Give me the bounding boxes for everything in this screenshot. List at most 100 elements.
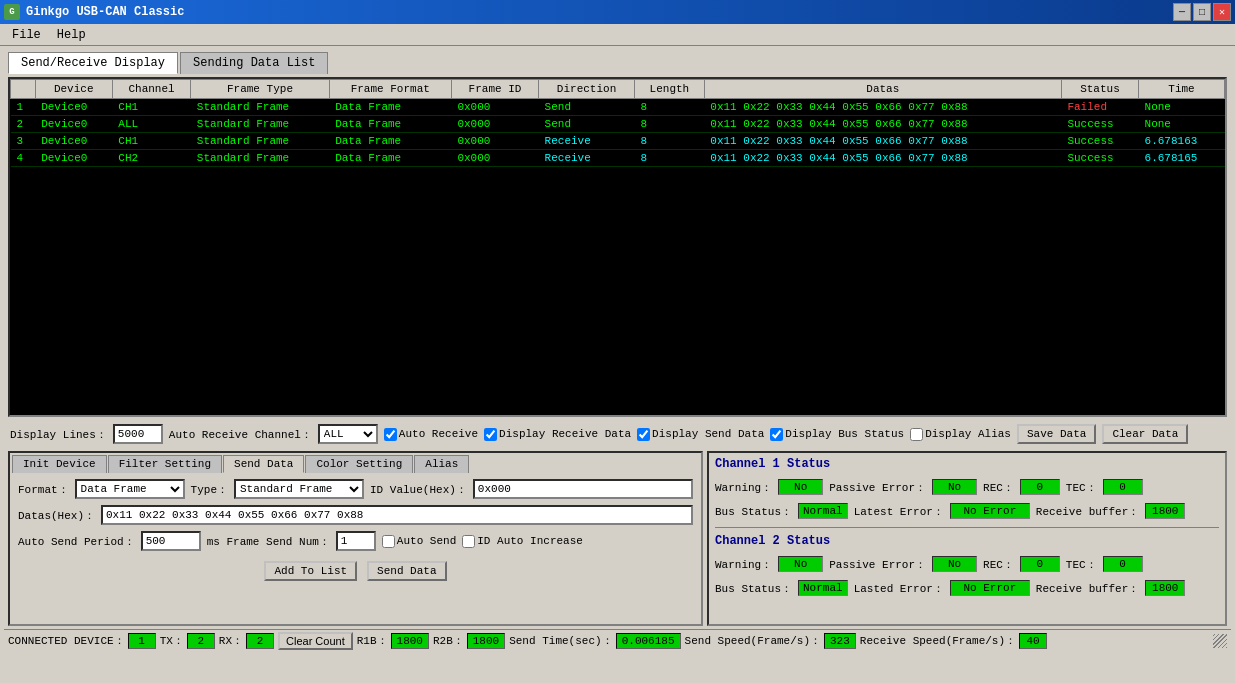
panel-tab-send[interactable]: Send Data [223,455,304,473]
app-title: Ginkgo USB-CAN Classic [26,5,184,19]
table-header-row: Device Channel Frame Type Frame Format F… [11,80,1225,99]
table-row: 3Device0CH1Standard FrameData Frame0x000… [11,133,1225,150]
title-controls: ─ □ ✕ [1173,3,1231,21]
id-auto-increase-checkbox[interactable] [462,535,475,548]
type-label: Type： [191,482,228,497]
table-cell: 0x11 0x22 0x33 0x44 0x55 0x66 0x77 0x88 [704,99,1061,116]
table-cell: Data Frame [329,116,451,133]
display-alias-check-label[interactable]: Display Alias [910,428,1011,441]
id-label: ID Value(Hex)： [370,482,467,497]
connected-device-label: CONNECTED DEVICE： [8,633,125,648]
table-cell: Device0 [35,116,112,133]
close-button[interactable]: ✕ [1213,3,1231,21]
ch1-tec-label: TEC： [1066,480,1097,495]
table-cell: Data Frame [329,99,451,116]
tab-send-receive[interactable]: Send/Receive Display [8,52,178,74]
title-bar: G Ginkgo USB-CAN Classic ─ □ ✕ [0,0,1235,24]
auto-receive-check-label[interactable]: Auto Receive [384,428,478,441]
ch2-bus-status-value: Normal [798,580,848,596]
datas-input[interactable] [101,505,693,525]
ch1-latest-error-value: No Error [950,503,1030,519]
table-cell: Receive [539,133,635,150]
table-cell: 0x000 [451,99,538,116]
datas-label: Datas(Hex)： [18,508,95,523]
send-row-3: Auto Send Period： ms Frame Send Num： Aut… [18,531,693,551]
table-cell: 8 [635,116,705,133]
ch1-warning-label: Warning： [715,480,772,495]
table-cell: None [1139,99,1225,116]
display-send-data-checkbox[interactable] [637,428,650,441]
panel-tab-alias[interactable]: Alias [414,455,469,473]
auto-receive-channel-label: Auto Receive Channel： [169,427,312,442]
table-cell: 4 [11,150,36,167]
display-bus-status-check-label[interactable]: Display Bus Status [770,428,904,441]
auto-receive-channel-select[interactable]: ALL [318,424,378,444]
ch1-bus-row: Bus Status： Normal Latest Error： No Erro… [715,503,1219,519]
connected-device-value: 1 [128,633,156,649]
ch1-receive-buffer-label: Receive buffer： [1036,504,1139,519]
table-cell: Device0 [35,99,112,116]
display-lines-input[interactable] [113,424,163,444]
ch2-bus-status-label: Bus Status： [715,581,792,596]
panel-tab-init[interactable]: Init Device [12,455,107,473]
display-receive-data-checkbox[interactable] [484,428,497,441]
receive-speed-label: Receive Speed(Frame/s)： [860,633,1016,648]
data-table-container: Device Channel Frame Type Frame Format F… [8,77,1227,417]
ch1-warning-row: Warning： No Passive Error： No REC： 0 TEC… [715,479,1219,495]
id-value-input[interactable] [473,479,693,499]
ch1-bus-status-value: Normal [798,503,848,519]
save-data-button[interactable]: Save Data [1017,424,1096,444]
restore-button[interactable]: □ [1193,3,1211,21]
auto-period-label: Auto Send Period： [18,534,135,549]
tx-label: TX： [160,633,184,648]
table-cell: 0x11 0x22 0x33 0x44 0x55 0x66 0x77 0x88 [704,150,1061,167]
clear-data-button[interactable]: Clear Data [1102,424,1188,444]
table-cell: Device0 [35,150,112,167]
table-cell: Device0 [35,133,112,150]
auto-send-checkbox[interactable] [382,535,395,548]
ch1-passive-error-label: Passive Error： [829,480,926,495]
clear-count-button[interactable]: Clear Count [278,632,353,650]
ch2-rec-value: 0 [1020,556,1060,572]
table-cell: CH2 [112,150,190,167]
send-row-2: Datas(Hex)： [18,505,693,525]
type-select[interactable]: Standard Frame [234,479,364,499]
table-cell: 8 [635,99,705,116]
menu-help[interactable]: Help [49,26,94,44]
panel-tab-color[interactable]: Color Setting [305,455,413,473]
display-alias-checkbox[interactable] [910,428,923,441]
add-to-list-button[interactable]: Add To List [264,561,357,581]
table-cell: Data Frame [329,133,451,150]
display-send-data-check-label[interactable]: Display Send Data [637,428,764,441]
format-select[interactable]: Data Frame [75,479,185,499]
menu-file[interactable]: File [4,26,49,44]
display-bus-status-checkbox[interactable] [770,428,783,441]
send-row-1: Format： Data Frame Type： Standard Frame … [18,479,693,499]
main-window: Send/Receive Display Sending Data List D… [0,46,1235,683]
table-cell: 0x000 [451,150,538,167]
display-receive-data-check-label[interactable]: Display Receive Data [484,428,631,441]
send-data-button[interactable]: Send Data [367,561,446,581]
right-panel: Channel 1 Status Warning： No Passive Err… [707,451,1227,626]
minimize-button[interactable]: ─ [1173,3,1191,21]
panel-tab-filter[interactable]: Filter Setting [108,455,222,473]
r1b-label: R1B： [357,633,388,648]
table-cell: 1 [11,99,36,116]
auto-period-input[interactable] [141,531,201,551]
table-cell: 0x11 0x22 0x33 0x44 0x55 0x66 0x77 0x88 [704,116,1061,133]
auto-send-check-label[interactable]: Auto Send [382,535,456,548]
table-cell: CH1 [112,133,190,150]
ch2-tec-label: TEC： [1066,557,1097,572]
table-cell: Failed [1061,99,1138,116]
auto-receive-checkbox[interactable] [384,428,397,441]
table-cell: Standard Frame [191,133,329,150]
table-cell: Success [1061,150,1138,167]
tab-sending-list[interactable]: Sending Data List [180,52,328,74]
ch2-lasted-error-label: Lasted Error： [854,581,944,596]
send-speed-segment: Send Speed(Frame/s)： 323 [685,633,856,649]
ch2-warning-value: No [778,556,823,572]
id-auto-increase-check-label[interactable]: ID Auto Increase [462,535,583,548]
frame-send-num-input[interactable] [336,531,376,551]
table-cell: Success [1061,116,1138,133]
app-icon: G [4,4,20,20]
